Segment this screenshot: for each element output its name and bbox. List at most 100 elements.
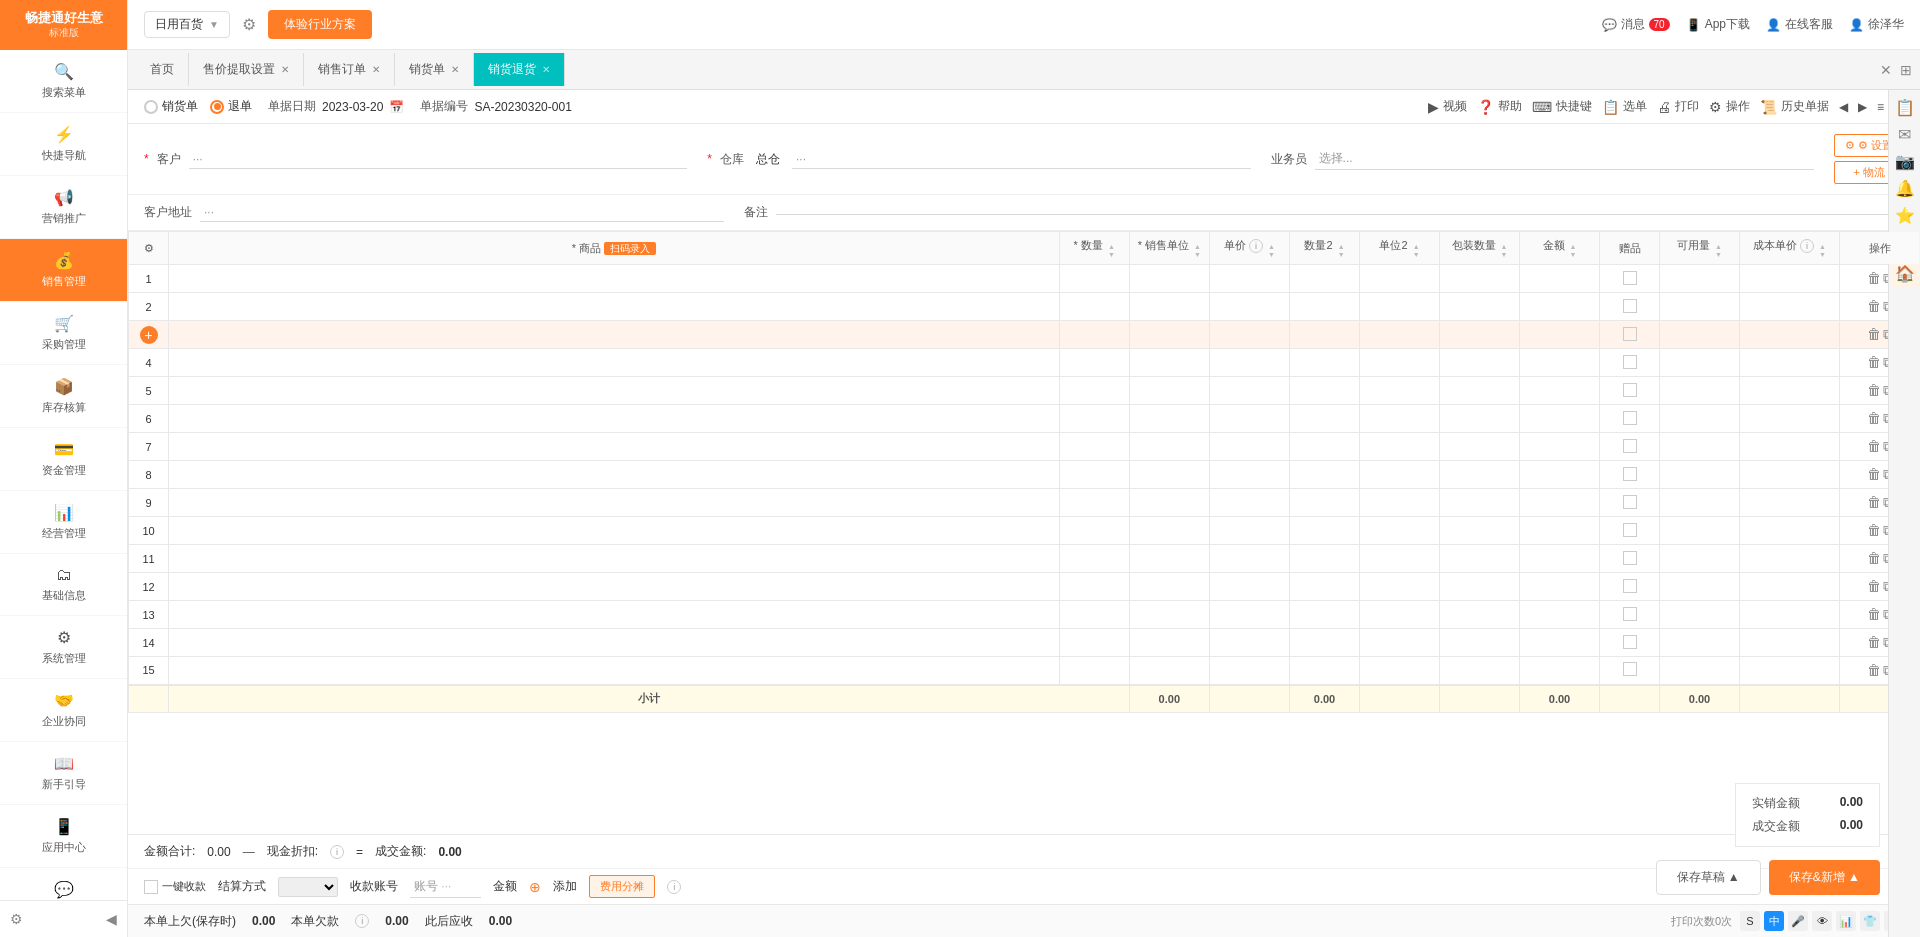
gift-checkbox[interactable] <box>1623 579 1637 593</box>
delete-row-btn[interactable]: 🗑 <box>1867 438 1881 455</box>
row-unit[interactable] <box>1129 265 1209 293</box>
row-price[interactable] <box>1210 517 1290 545</box>
row-unit2[interactable] <box>1360 461 1440 489</box>
row-cost[interactable] <box>1740 517 1840 545</box>
delete-row-btn[interactable]: 🗑 <box>1867 270 1881 287</box>
row-pack[interactable] <box>1440 405 1520 433</box>
delete-row-btn[interactable]: 🗑 <box>1867 326 1881 343</box>
next-record-btn[interactable]: ▶ <box>1858 100 1867 114</box>
row-avail[interactable] <box>1660 377 1740 405</box>
row-cost[interactable] <box>1740 321 1840 349</box>
gift-checkbox[interactable] <box>1623 327 1637 341</box>
right-panel-icon-4[interactable]: 🔔 <box>1895 179 1915 198</box>
row-avail[interactable] <box>1660 545 1740 573</box>
tab-sale-return[interactable]: 销货退货 ✕ <box>474 53 565 86</box>
row-unit[interactable] <box>1129 405 1209 433</box>
sidebar-settings-btn[interactable]: ⚙ <box>10 911 23 927</box>
row-unit2[interactable] <box>1360 629 1440 657</box>
row-price[interactable] <box>1210 349 1290 377</box>
im-icon-6[interactable]: 👕 <box>1860 911 1880 931</box>
im-icon-2[interactable]: 中 <box>1764 911 1784 931</box>
row-qty[interactable] <box>1059 433 1129 461</box>
video-btn[interactable]: ▶ 视频 <box>1428 98 1467 115</box>
row-product[interactable] <box>169 461 1060 489</box>
add-row-btn[interactable]: + <box>140 326 158 344</box>
row-qty[interactable] <box>1059 545 1129 573</box>
row-amount[interactable] <box>1520 377 1600 405</box>
row-avail[interactable] <box>1660 433 1740 461</box>
tab-sale-price[interactable]: 售价提取设置 ✕ <box>189 53 304 86</box>
row-unit2[interactable] <box>1360 265 1440 293</box>
product-input[interactable] <box>177 329 1051 341</box>
sidebar-item-appcenter[interactable]: 📱 应用中心 <box>0 805 127 868</box>
sidebar-item-shortcut[interactable]: ⚡ 快捷导航 <box>0 113 127 176</box>
row-qty[interactable] <box>1059 657 1129 685</box>
row-pack[interactable] <box>1440 489 1520 517</box>
row-price[interactable] <box>1210 573 1290 601</box>
row-amount[interactable] <box>1520 293 1600 321</box>
row-amount[interactable] <box>1520 433 1600 461</box>
row-cost[interactable] <box>1740 377 1840 405</box>
sidebar-item-inventory[interactable]: 📦 库存核算 <box>0 365 127 428</box>
gift-checkbox[interactable] <box>1623 607 1637 621</box>
right-panel-icon-1[interactable]: 📋 <box>1895 98 1915 117</box>
sidebar-item-system[interactable]: ⚙ 系统管理 <box>0 616 127 679</box>
row-product[interactable] <box>169 265 1060 293</box>
row-avail[interactable] <box>1660 489 1740 517</box>
gift-checkbox[interactable] <box>1623 467 1637 481</box>
tab-sale-order[interactable]: 销售订单 ✕ <box>304 53 395 86</box>
delete-row-btn[interactable]: 🗑 <box>1867 494 1881 511</box>
row-unit2[interactable] <box>1360 489 1440 517</box>
row-qty2[interactable] <box>1290 321 1360 349</box>
row-price[interactable] <box>1210 601 1290 629</box>
row-price[interactable] <box>1210 489 1290 517</box>
sidebar-item-basic[interactable]: 🗂 基础信息 <box>0 554 127 616</box>
row-unit[interactable] <box>1129 349 1209 377</box>
row-qty2[interactable] <box>1290 545 1360 573</box>
row-qty2[interactable] <box>1290 517 1360 545</box>
row-price[interactable] <box>1210 657 1290 685</box>
price-info-icon[interactable]: i <box>1249 239 1263 253</box>
print-btn[interactable]: 🖨 打印 <box>1657 98 1699 115</box>
row-unit[interactable] <box>1129 489 1209 517</box>
sidebar-item-search[interactable]: 🔍 搜索菜单 <box>0 50 127 113</box>
row-avail[interactable] <box>1660 461 1740 489</box>
row-qty2[interactable] <box>1290 657 1360 685</box>
shortcut-btn[interactable]: ⌨ 快捷键 <box>1532 98 1592 115</box>
row-product[interactable] <box>169 377 1060 405</box>
row-avail[interactable] <box>1660 573 1740 601</box>
row-qty[interactable] <box>1059 629 1129 657</box>
row-qty2[interactable] <box>1290 293 1360 321</box>
amount-sort-icon[interactable]: ▲▼ <box>1570 243 1577 258</box>
row-price[interactable] <box>1210 293 1290 321</box>
radio-sale-goods[interactable]: 销货单 <box>144 98 198 115</box>
row-cost[interactable] <box>1740 601 1840 629</box>
select-btn[interactable]: 📋 选单 <box>1602 98 1647 115</box>
row-avail[interactable] <box>1660 293 1740 321</box>
sidebar-item-operation[interactable]: 📊 经营管理 <box>0 491 127 554</box>
row-pack[interactable] <box>1440 601 1520 629</box>
row-pack[interactable] <box>1440 517 1520 545</box>
row-cost[interactable] <box>1740 349 1840 377</box>
row-qty2[interactable] <box>1290 349 1360 377</box>
row-pack[interactable] <box>1440 293 1520 321</box>
pack-sort-icon[interactable]: ▲▼ <box>1501 243 1508 258</box>
row-amount[interactable] <box>1520 461 1600 489</box>
customer-input[interactable]: ··· <box>189 150 688 169</box>
im-icon-3[interactable]: 🎤 <box>1788 911 1808 931</box>
save-new-btn[interactable]: 保存&新增 ▲ <box>1769 860 1880 895</box>
sidebar-item-wechat[interactable]: 💬 企业微信 <box>0 868 127 900</box>
row-product[interactable] <box>169 293 1060 321</box>
delete-row-btn[interactable]: 🗑 <box>1867 662 1881 679</box>
row-qty[interactable] <box>1059 573 1129 601</box>
row-cost[interactable] <box>1740 489 1840 517</box>
row-price[interactable] <box>1210 377 1290 405</box>
row-qty2[interactable] <box>1290 489 1360 517</box>
row-unit[interactable] <box>1129 517 1209 545</box>
row-qty2[interactable] <box>1290 433 1360 461</box>
row-unit[interactable] <box>1129 629 1209 657</box>
row-qty2[interactable] <box>1290 265 1360 293</box>
sidebar-item-guide[interactable]: 📖 新手引导 <box>0 742 127 805</box>
row-amount[interactable] <box>1520 601 1600 629</box>
row-qty2[interactable] <box>1290 405 1360 433</box>
